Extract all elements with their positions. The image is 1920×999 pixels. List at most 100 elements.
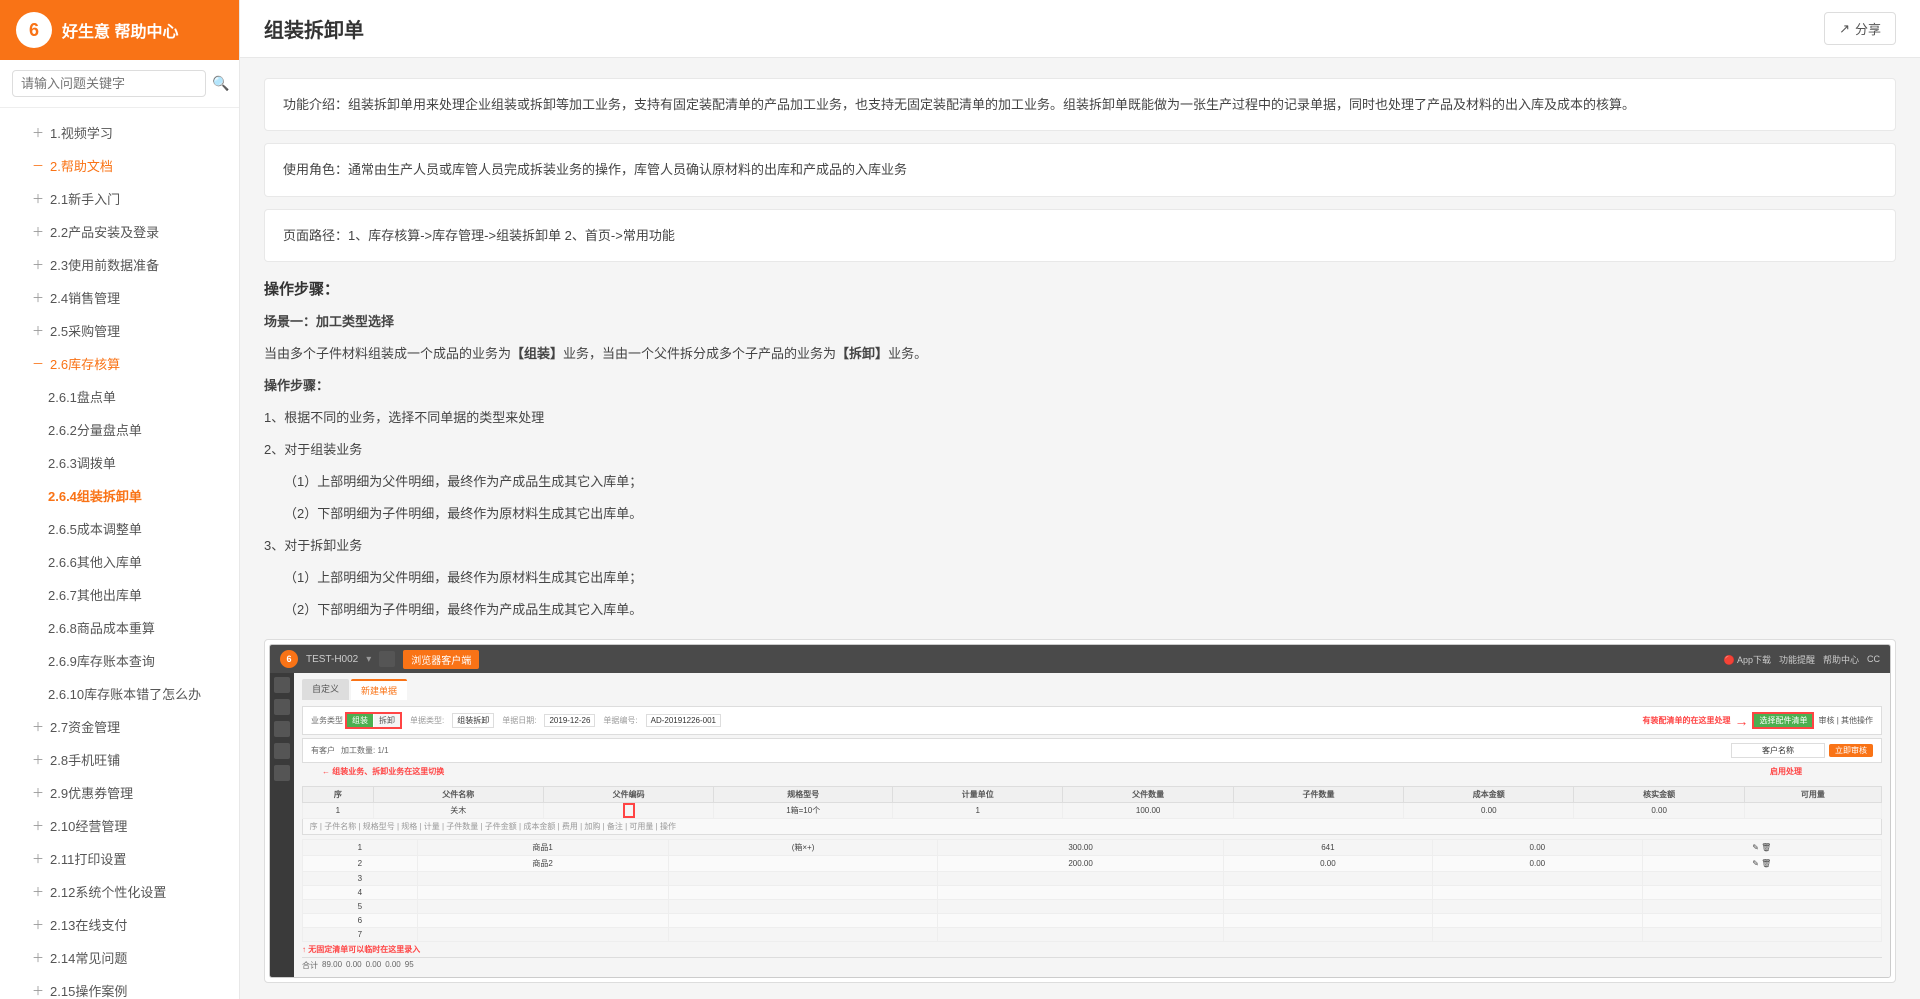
- sim-sub-table-note: 序 | 子件名称 | 规格型号 | 规格 | 计量 | 子件数量 | 子件金额 …: [302, 819, 1882, 835]
- share-button[interactable]: ↗ 分享: [1824, 12, 1896, 45]
- sidebar-item-faq[interactable]: ＋ 2.14常见问题: [0, 941, 239, 974]
- plus-icon: ＋: [32, 883, 44, 900]
- sim-anno4: ↑ 无固定清单可以临时在这里录入: [302, 945, 420, 954]
- sim-help: 帮助中心: [1823, 653, 1859, 666]
- step3-2: （2）下部明细为子件明细，最终作为产成品生成其它入库单。: [264, 597, 1896, 623]
- minus-icon: －: [32, 355, 44, 372]
- sidebar-item-stocktake[interactable]: 2.6.1盘点单: [0, 380, 239, 413]
- sim-child-name1: 商品1: [417, 840, 668, 856]
- plus-icon: ＋: [32, 322, 44, 339]
- sim-qty-label: 加工数量: 1/1: [341, 745, 389, 756]
- plus-icon: ＋: [32, 124, 44, 141]
- role-block: 使用角色：通常由生产人员或库管人员完成拆装业务的操作，库管人员确认原材料的出库和…: [264, 143, 1896, 196]
- sim-col-child-qty: 子件数量: [1233, 787, 1403, 803]
- sidebar-item-dataprep[interactable]: ＋ 2.3使用前数据准备: [0, 248, 239, 281]
- plus-icon: ＋: [32, 751, 44, 768]
- minus-icon: －: [32, 157, 44, 174]
- sidebar-item-inventory[interactable]: － 2.6库存核算: [0, 347, 239, 380]
- sidebar-item-sysconfig[interactable]: ＋ 2.12系统个性化设置: [0, 875, 239, 908]
- sim-child-spec1b: 300.00: [938, 840, 1223, 856]
- sim-cell-unit: 1: [893, 803, 1063, 819]
- sidebar-item-otherout[interactable]: 2.6.7其他出库单: [0, 578, 239, 611]
- sim-col-unit: 计量单位: [893, 787, 1063, 803]
- sim-icon-1: [274, 677, 290, 693]
- sim-content: 自定义 新建单据 业务类型 组装 拆卸: [294, 673, 1890, 977]
- sim-child-unit2: 0.00: [1223, 856, 1432, 872]
- sim-customer-row: 有客户 加工数量: 1/1 客户名称 立即审核: [302, 738, 1882, 763]
- screenshot-container: 6 TEST-H002 ▾ 浏览器客户端 🔴 App下载 功能提醒 帮助中心 C…: [264, 639, 1896, 983]
- step2-2: （2）下部明细为子件明细，最终作为原材料生成其它出库单。: [264, 501, 1896, 527]
- sidebar-item-coupon[interactable]: ＋ 2.9优惠券管理: [0, 776, 239, 809]
- plus-icon: ＋: [32, 817, 44, 834]
- sidebar-item-install[interactable]: ＋ 2.2产品安装及登录: [0, 215, 239, 248]
- content-area: 功能介绍：组装拆卸单用来处理企业组装或拆卸等加工业务，支持有固定装配清单的产品加…: [240, 58, 1920, 999]
- sim-app-download: 🔴 App下载: [1724, 653, 1771, 666]
- sim-doc-type-label: 单据类型:: [410, 715, 444, 726]
- sidebar-item-stockcheck[interactable]: 2.6.9库存账本查询: [0, 644, 239, 677]
- search-input[interactable]: [12, 70, 206, 97]
- sim-cell-spec: 1箱=10个: [714, 803, 893, 819]
- sim-type-options: 组装 拆卸: [345, 712, 402, 729]
- sim-child-amt2: 0.00: [1433, 856, 1642, 872]
- sim-child-op1: ✎ 🗑: [1642, 840, 1881, 856]
- sim-customer-right: 客户名称 立即审核: [1731, 743, 1873, 758]
- plus-icon: ＋: [32, 982, 44, 999]
- sim-refresh-icon: [379, 651, 395, 667]
- sim-total-v3: 0.00: [366, 960, 382, 971]
- sidebar-item-docs[interactable]: － 2.帮助文档: [0, 149, 239, 182]
- plus-icon: ＋: [32, 289, 44, 306]
- sim-notify: 功能提醒: [1779, 653, 1815, 666]
- sidebar-item-print[interactable]: ＋ 2.11打印设置: [0, 842, 239, 875]
- search-box: 🔍: [0, 60, 239, 108]
- sidebar-item-onlinepay[interactable]: ＋ 2.13在线支付: [0, 908, 239, 941]
- sidebar-item-assembly[interactable]: 2.6.4组装拆卸单: [0, 479, 239, 512]
- sim-type-label: 业务类型: [311, 715, 343, 726]
- sidebar-item-purchase[interactable]: ＋ 2.5采购管理: [0, 314, 239, 347]
- sim-child-row-1: 1 商品1 (箱×+) 300.00 641 0.00 ✎ 🗑: [303, 840, 1882, 856]
- sidebar-header: 6 好生意 帮助中心: [0, 0, 239, 60]
- sim-cell-cqty: [1233, 803, 1403, 819]
- sim-customer-label: 有客户: [311, 745, 335, 756]
- sim-red-box-1: [623, 803, 635, 818]
- sim-separator: ▾: [366, 654, 371, 665]
- sim-cell-verified: 0.00: [1574, 803, 1744, 819]
- sim-col-seq: 序: [303, 787, 374, 803]
- sidebar-item-biz[interactable]: ＋ 2.10经营管理: [0, 809, 239, 842]
- sidebar-item-accounterr[interactable]: 2.6.10库存账本错了怎么办: [0, 677, 239, 710]
- search-icon[interactable]: 🔍: [212, 75, 229, 92]
- sidebar-item-otherinput[interactable]: 2.6.6其他入库单: [0, 545, 239, 578]
- sidebar-item-splitstock[interactable]: 2.6.2分量盘点单: [0, 413, 239, 446]
- ops-steps-label: 操作步骤：: [264, 373, 1896, 399]
- sidebar-item-finance[interactable]: ＋ 2.7资金管理: [0, 710, 239, 743]
- sim-form-fields: 业务类型 组装 拆卸 单据类型: 组装拆卸 单据日期: 2019-12-26: [311, 712, 1873, 729]
- main-content: 组装拆卸单 ↗ 分享 功能介绍：组装拆卸单用来处理企业组装或拆卸等加工业务，支持…: [240, 0, 1920, 999]
- sim-anno2: ← 组装业务、拆卸业务在这里切换: [322, 766, 444, 777]
- plus-icon: ＋: [32, 784, 44, 801]
- sim-cc: CC: [1867, 654, 1880, 664]
- sim-child-unit1: 641: [1223, 840, 1432, 856]
- sim-child-spec1: (箱×+): [668, 840, 938, 856]
- sidebar-item-video[interactable]: ＋ 1.视频学习: [0, 116, 239, 149]
- sidebar-item-sales[interactable]: ＋ 2.4销售管理: [0, 281, 239, 314]
- sim-tab-custom: 自定义: [302, 679, 349, 700]
- ops-title: 操作步骤：: [264, 278, 1896, 299]
- sim-child-row-3: 3: [303, 872, 1882, 886]
- sidebar-item-cases[interactable]: ＋ 2.15操作案例: [0, 974, 239, 999]
- scene1-desc: 当由多个子件材料组装成一个成品的业务为【组装】业务，当由一个父件拆分成多个子产品…: [264, 341, 1896, 367]
- sidebar-item-mobile[interactable]: ＋ 2.8手机旺铺: [0, 743, 239, 776]
- sim-anno-row: ← 组装业务、拆卸业务在这里切换 启用处理: [302, 766, 1882, 782]
- sidebar-item-costadj[interactable]: 2.6.5成本调整单: [0, 512, 239, 545]
- sim-child-amt1: 0.00: [1433, 840, 1642, 856]
- plus-icon: ＋: [32, 850, 44, 867]
- sim-col-parent-qty: 父件数量: [1063, 787, 1233, 803]
- scene1-title: 场景一：加工类型选择: [264, 309, 1896, 335]
- sim-child-seq1: 1: [303, 840, 418, 856]
- sidebar-item-newcomer[interactable]: ＋ 2.1新手入门: [0, 182, 239, 215]
- sim-total-v2: 0.00: [346, 960, 362, 971]
- sim-total-v1: 89.00: [322, 960, 342, 971]
- sim-child-name2: 商品2: [417, 856, 668, 872]
- sidebar-item-adjust[interactable]: 2.6.3调拨单: [0, 446, 239, 479]
- sidebar-item-costrecalc[interactable]: 2.6.8商品成本重算: [0, 611, 239, 644]
- sidebar: 6 好生意 帮助中心 🔍 ＋ 1.视频学习 － 2.帮助文档 ＋ 2.1新手入门…: [0, 0, 240, 999]
- sim-total-v5: 95: [405, 960, 414, 971]
